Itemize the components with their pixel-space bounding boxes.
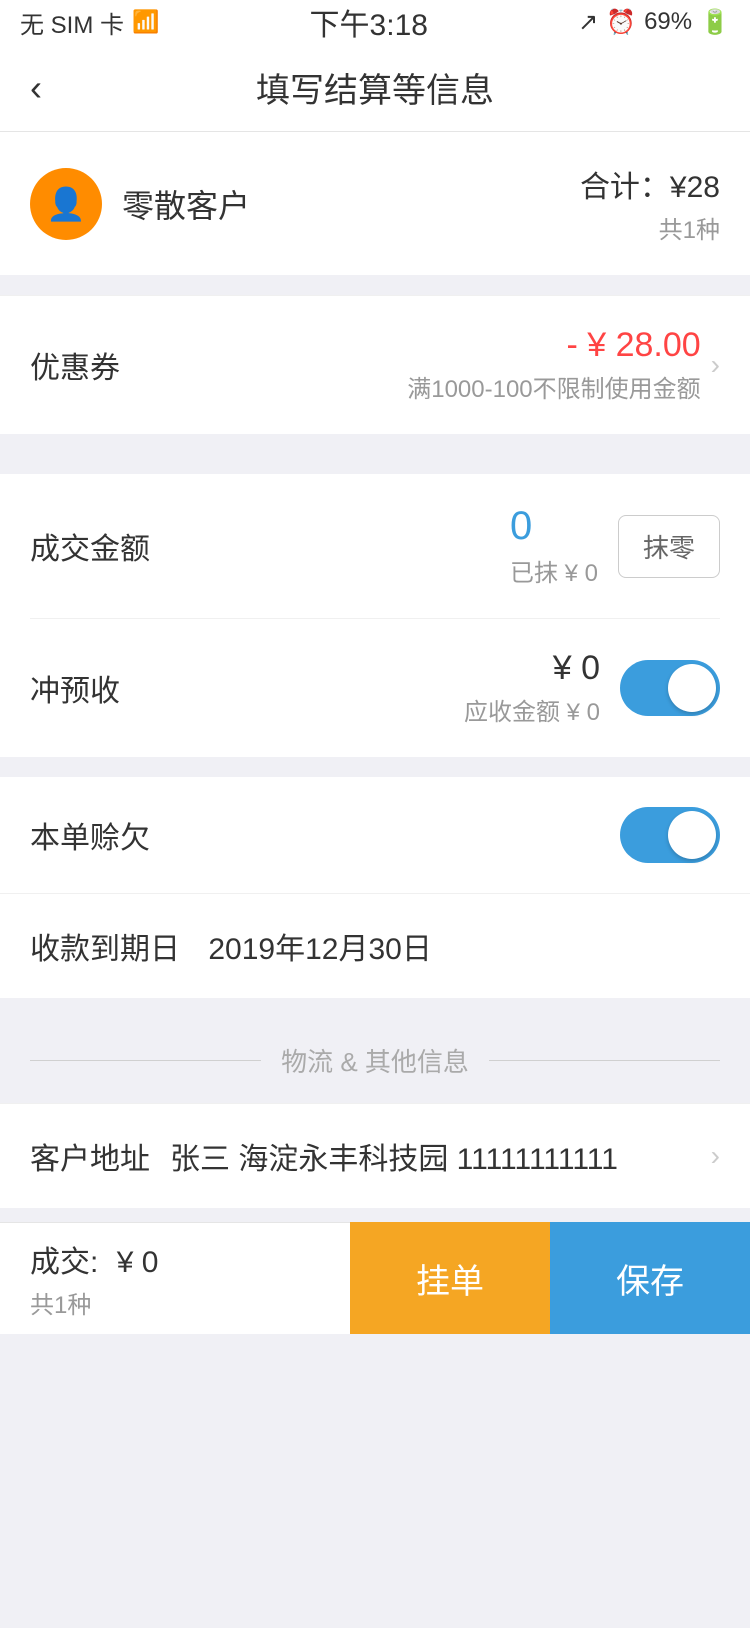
bottom-deal-info: 成交: ¥ 0 共1种 — [0, 1222, 350, 1334]
pre-receive-values: ¥ 0 应收金额 ¥ 0 — [464, 649, 600, 727]
divider-line-left — [30, 1060, 261, 1061]
coupon-card[interactable]: 优惠券 - ¥ 28.00 满1000-100不限制使用金额 › — [0, 295, 750, 434]
customer-card: 👤 零散客户 合计：¥28 共1种 — [0, 132, 750, 275]
status-left: 无 SIM 卡 📶 — [20, 5, 159, 40]
pre-receive-right: ¥ 0 应收金额 ¥ 0 — [464, 649, 720, 727]
avatar-icon: 👤 — [46, 185, 86, 223]
deal-amount-row: 成交金额 0 已抹 ¥ 0 抹零 — [30, 474, 720, 619]
sim-status: 无 SIM 卡 — [20, 5, 124, 40]
location-icon: ↗ — [578, 8, 598, 37]
coupon-amount: - ¥ 28.00 — [407, 326, 700, 365]
content-area: 👤 零散客户 合计：¥28 共1种 优惠券 - ¥ 28.00 满1000-10… — [0, 132, 750, 1628]
wifi-icon: 📶 — [132, 9, 159, 35]
coupon-desc: 满1000-100不限制使用金额 — [407, 369, 700, 404]
coupon-row[interactable]: 优惠券 - ¥ 28.00 满1000-100不限制使用金额 › — [0, 295, 750, 434]
logistics-divider: 物流 & 其他信息 — [0, 1018, 750, 1103]
battery-icon: 🔋 — [700, 8, 730, 37]
debt-section: 本单赊欠 — [0, 777, 750, 893]
section-divider-2 — [0, 757, 750, 777]
bottom-deal-sub: 共1种 — [30, 1285, 320, 1320]
alarm-icon: ⏰ — [606, 8, 636, 37]
status-right: ↗ ⏰ 69% 🔋 — [578, 8, 730, 37]
due-date-row: 收款到期日 2019年12月30日 — [0, 893, 750, 998]
due-date-label: 收款到期日 — [30, 933, 180, 966]
status-bar: 无 SIM 卡 📶 下午3:18 ↗ ⏰ 69% 🔋 — [0, 0, 750, 44]
coupon-right: - ¥ 28.00 满1000-100不限制使用金额 › — [407, 326, 720, 404]
deal-amount-right: 0 已抹 ¥ 0 抹零 — [510, 504, 720, 588]
coupon-chevron-icon: › — [711, 349, 720, 381]
section-divider-1 — [0, 454, 750, 474]
toggle-knob — [668, 664, 716, 712]
back-button[interactable]: ‹ — [30, 67, 42, 109]
bottom-bar: 成交: ¥ 0 共1种 挂单 保存 — [0, 1222, 750, 1334]
address-chevron-icon: › — [711, 1140, 720, 1172]
customer-summary: 合计：¥28 共1种 — [580, 162, 720, 245]
deal-amount-label: 成交金额 — [30, 524, 150, 568]
deal-amount-value: 0 — [510, 504, 598, 549]
debt-label: 本单赊欠 — [30, 813, 150, 857]
customer-count: 共1种 — [580, 210, 720, 245]
pre-receive-row: 冲预收 ¥ 0 应收金额 ¥ 0 — [30, 619, 720, 757]
section-divider-3 — [0, 998, 750, 1018]
address-value: 张三 海淀永丰科技园 11111111111 — [170, 1134, 691, 1178]
nav-title: 填写结算等信息 — [256, 63, 494, 112]
pre-receive-label: 冲预收 — [30, 666, 120, 710]
bottom-deal-label: 成交: — [30, 1246, 98, 1279]
coupon-label: 优惠券 — [30, 343, 120, 387]
nav-bar: ‹ 填写结算等信息 — [0, 44, 750, 132]
battery-level: 69% — [644, 8, 692, 36]
customer-name: 零散客户 — [122, 181, 250, 227]
logistics-label: 物流 & 其他信息 — [281, 1042, 469, 1079]
amount-section: 成交金额 0 已抹 ¥ 0 抹零 冲预收 ¥ 0 应收金额 ¥ 0 — [0, 474, 750, 757]
bottom-deal-amount: ¥ 0 — [117, 1246, 159, 1279]
pre-receive-sub: 应收金额 ¥ 0 — [464, 692, 600, 727]
debt-toggle[interactable] — [620, 807, 720, 863]
pending-button[interactable]: 挂单 — [350, 1222, 550, 1334]
pre-receive-toggle[interactable] — [620, 660, 720, 716]
customer-avatar: 👤 — [30, 168, 102, 240]
divider-line-right — [489, 1060, 720, 1061]
debt-toggle-knob — [668, 811, 716, 859]
customer-info: 👤 零散客户 — [30, 168, 250, 240]
deal-amount-sub: 已抹 ¥ 0 — [510, 553, 598, 588]
save-button[interactable]: 保存 — [550, 1222, 750, 1334]
round-zero-button[interactable]: 抹零 — [618, 515, 720, 578]
pre-receive-amount: ¥ 0 — [464, 649, 600, 688]
due-date-value: 2019年12月30日 — [208, 933, 431, 966]
customer-total: 合计：¥28 — [580, 162, 720, 206]
status-time: 下午3:18 — [310, 0, 428, 44]
address-label: 客户地址 — [30, 1134, 150, 1178]
address-row[interactable]: 客户地址 张三 海淀永丰科技园 11111111111 › — [0, 1103, 750, 1208]
bottom-deal-row: 成交: ¥ 0 — [30, 1237, 320, 1281]
customer-row: 👤 零散客户 合计：¥28 共1种 — [0, 132, 750, 275]
